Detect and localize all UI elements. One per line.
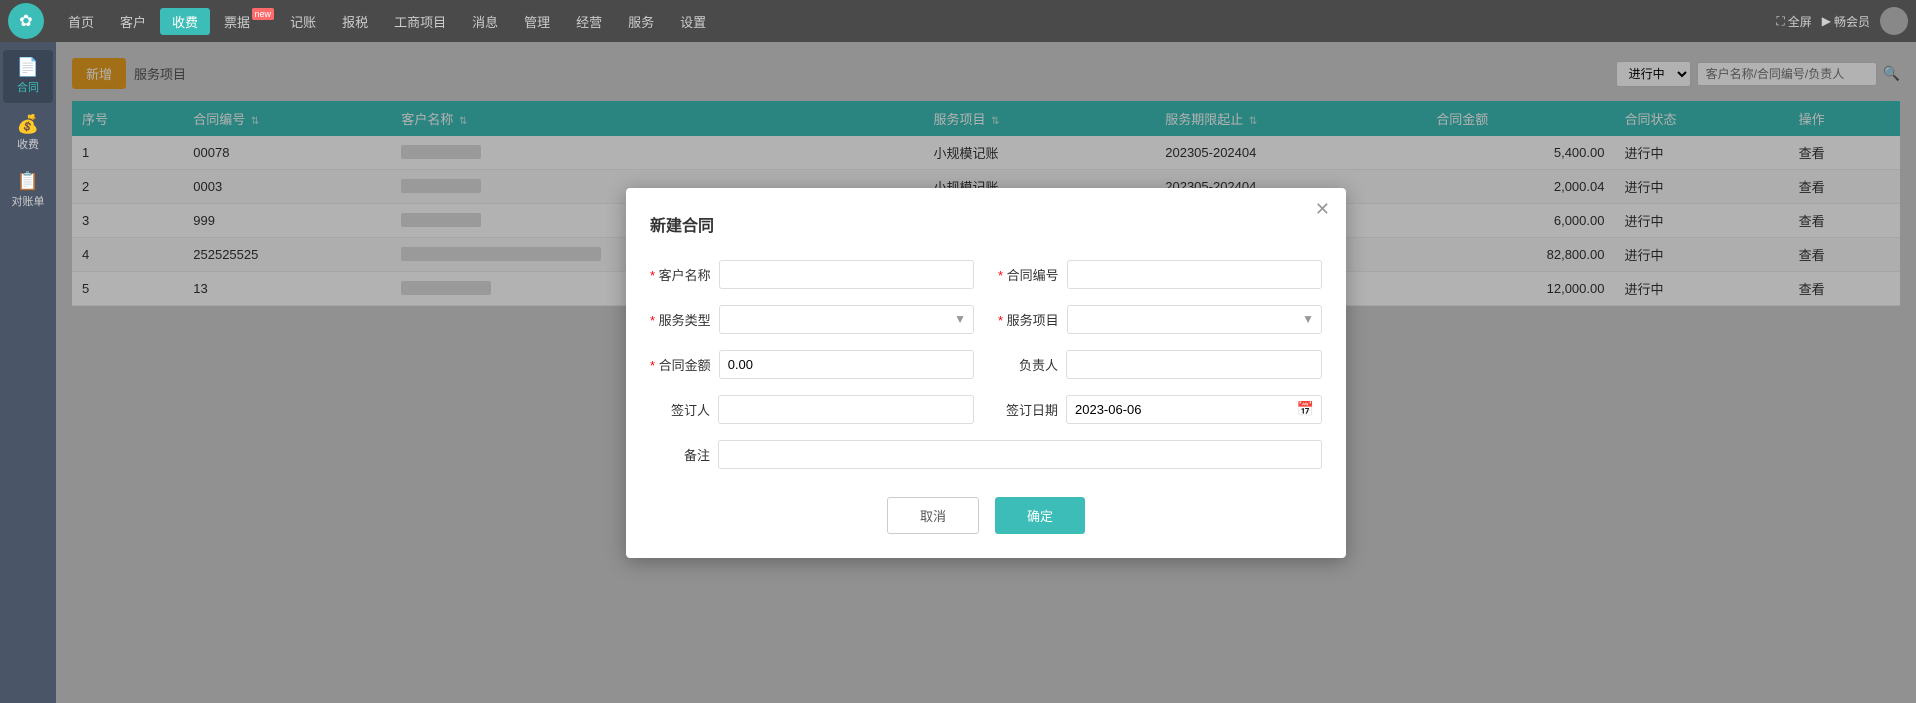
modal-form: 客户名称 合同编号 服务类型 ▼ — [650, 260, 1322, 469]
nav-operation[interactable]: 经营 — [564, 8, 614, 35]
form-row-contract-no: 合同编号 — [998, 260, 1322, 289]
service-type-select[interactable] — [719, 305, 974, 334]
form-row-remark: 备注 — [650, 440, 1322, 469]
form-row-customer: 客户名称 — [650, 260, 974, 289]
responsible-person-label: 负责人 — [998, 355, 1058, 374]
statement-icon: 📋 — [17, 172, 39, 190]
sign-date-wrapper: 📅 — [1066, 395, 1322, 424]
nav-message[interactable]: 消息 — [460, 8, 510, 35]
contract-icon: 📄 — [17, 58, 39, 76]
sidebar-item-label: 合同 — [17, 79, 39, 95]
sidebar-item-label: 对账单 — [12, 193, 45, 209]
sign-date-input[interactable] — [1066, 395, 1322, 424]
service-item-label: 服务项目 — [998, 310, 1059, 329]
nav-right-actions: ⛶ 全屏 ▶ 畅会员 — [1776, 7, 1908, 35]
top-navigation: ✿ 首页 客户 收费 票据 new 记账 报税 工商项目 消息 管理 经营 服务… — [0, 0, 1916, 42]
nav-manage[interactable]: 管理 — [512, 8, 562, 35]
form-row-service-item: 服务项目 ▼ — [998, 305, 1322, 334]
sidebar-item-statement[interactable]: 📋 对账单 — [3, 164, 53, 217]
sidebar-item-fee[interactable]: 💰 收费 — [3, 107, 53, 160]
service-item-select[interactable] — [1067, 305, 1322, 334]
form-row-service-type: 服务类型 ▼ — [650, 305, 974, 334]
confirm-button[interactable]: 确定 — [995, 497, 1085, 534]
nav-service[interactable]: 服务 — [616, 8, 666, 35]
main-content: 新增 服务项目 进行中 已完成 已暂停 🔍 序号 合同编号 ⇅ — [56, 42, 1916, 703]
fee-icon: 💰 — [17, 115, 39, 133]
fullscreen-button[interactable]: ⛶ 全屏 — [1776, 13, 1811, 30]
nav-menu: 首页 客户 收费 票据 new 记账 报税 工商项目 消息 管理 经营 服务 设… — [56, 8, 1776, 35]
signer-label: 签订人 — [650, 400, 710, 419]
nav-invoice[interactable]: 票据 new — [212, 8, 276, 35]
form-row-amount: 合同金额 — [650, 350, 974, 379]
modal-overlay: 新建合同 ✕ 客户名称 合同编号 服务类型 — [56, 42, 1916, 703]
signer-input[interactable] — [718, 395, 974, 424]
sidebar-item-contract[interactable]: 📄 合同 — [3, 50, 53, 103]
modal-footer: 取消 确定 — [650, 497, 1322, 534]
contract-amount-input[interactable] — [719, 350, 974, 379]
sign-date-label: 签订日期 — [998, 400, 1058, 419]
customer-name-label: 客户名称 — [650, 265, 711, 284]
nav-business[interactable]: 工商项目 — [382, 8, 458, 35]
main-layout: 📄 合同 💰 收费 📋 对账单 新增 服务项目 进行中 已完成 已暂停 � — [0, 42, 1916, 703]
form-row-signer: 签订人 — [650, 395, 974, 424]
contract-no-input[interactable] — [1067, 260, 1322, 289]
nav-home[interactable]: 首页 — [56, 8, 106, 35]
sidebar: 📄 合同 💰 收费 📋 对账单 — [0, 42, 56, 703]
service-item-wrapper: ▼ — [1067, 305, 1322, 334]
responsible-person-input[interactable] — [1066, 350, 1322, 379]
fullscreen-icon: ⛶ — [1776, 14, 1784, 29]
form-row-responsible: 负责人 — [998, 350, 1322, 379]
nav-accounting[interactable]: 记账 — [278, 8, 328, 35]
customer-name-input[interactable] — [719, 260, 974, 289]
vip-button[interactable]: ▶ 畅会员 — [1822, 13, 1870, 30]
service-type-label: 服务类型 — [650, 310, 711, 329]
new-contract-modal: 新建合同 ✕ 客户名称 合同编号 服务类型 — [626, 188, 1346, 558]
form-row-sign-date: 签订日期 📅 — [998, 395, 1322, 424]
modal-close-button[interactable]: ✕ — [1315, 200, 1330, 218]
nav-fee[interactable]: 收费 — [160, 8, 210, 35]
sidebar-item-label: 收费 — [17, 136, 39, 152]
modal-title: 新建合同 — [650, 212, 1322, 236]
contract-no-label: 合同编号 — [998, 265, 1059, 284]
nav-customer[interactable]: 客户 — [108, 8, 158, 35]
cancel-button[interactable]: 取消 — [887, 497, 979, 534]
play-icon: ▶ — [1822, 14, 1831, 28]
nav-tax[interactable]: 报税 — [330, 8, 380, 35]
new-badge: new — [252, 8, 275, 20]
contract-amount-label: 合同金额 — [650, 355, 711, 374]
nav-settings[interactable]: 设置 — [668, 8, 718, 35]
remark-input[interactable] — [718, 440, 1322, 469]
remark-label: 备注 — [650, 445, 710, 464]
app-logo: ✿ — [8, 3, 44, 39]
service-type-wrapper: ▼ — [719, 305, 974, 334]
avatar[interactable] — [1880, 7, 1908, 35]
